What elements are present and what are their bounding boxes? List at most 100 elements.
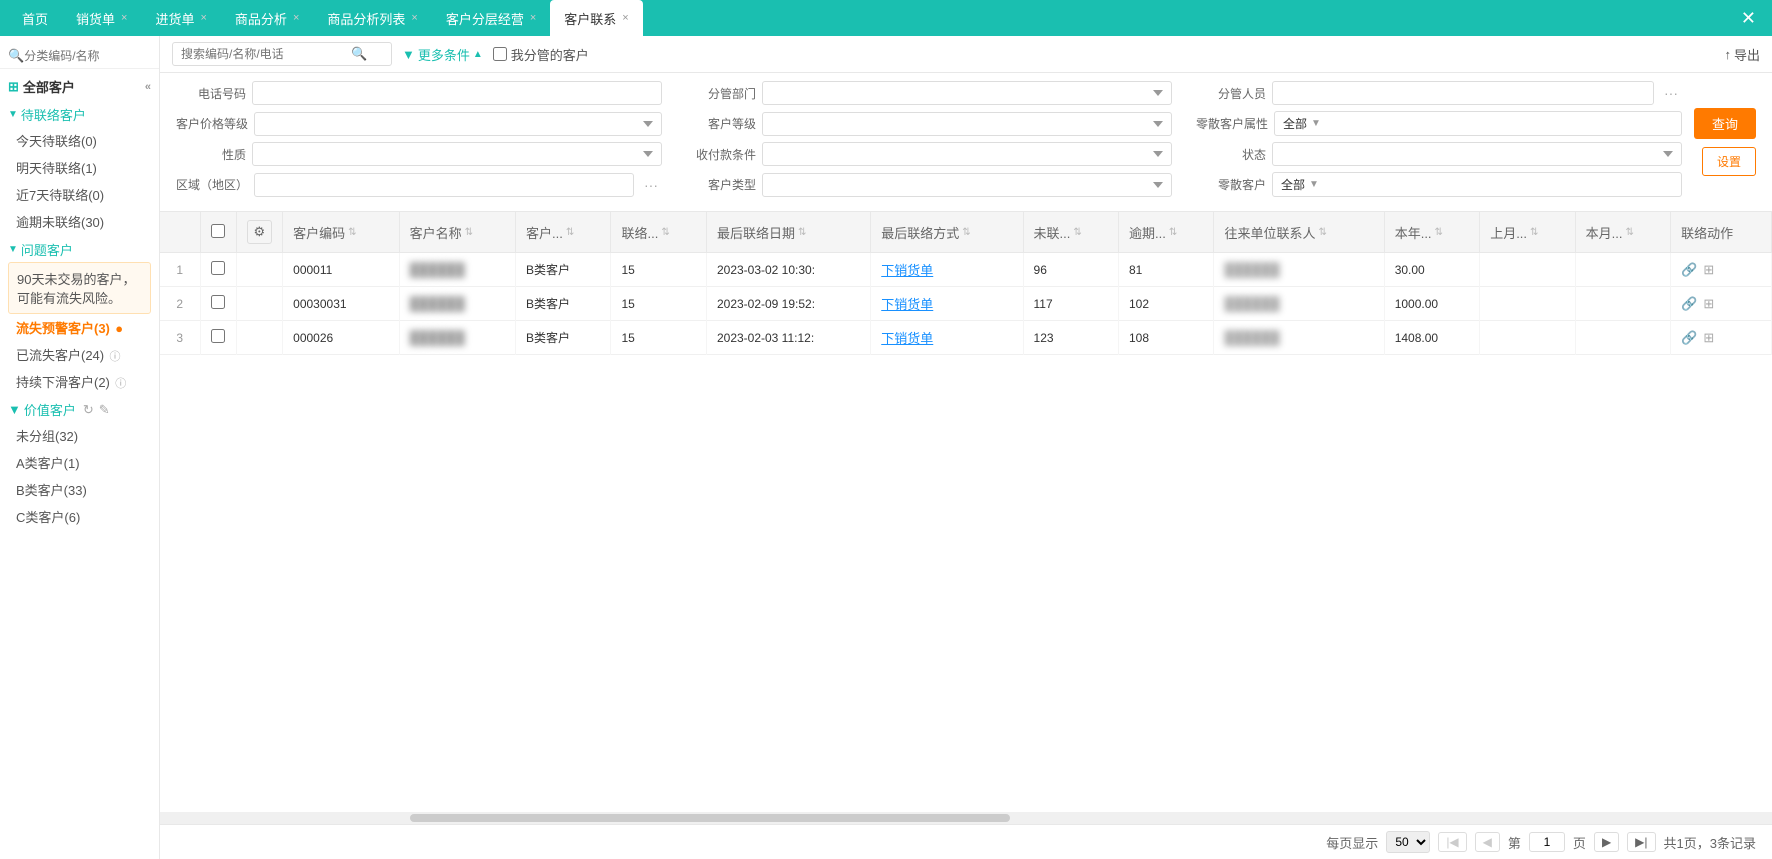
sidebar-item-today[interactable]: 今天待联络(0) [0, 127, 159, 154]
row-checkbox[interactable] [211, 261, 225, 275]
settings-button[interactable]: 设置 [1702, 147, 1756, 176]
tab-customer-tier[interactable]: 客户分层经营 × [432, 0, 550, 36]
page-number-input[interactable] [1529, 832, 1565, 852]
select-all-checkbox[interactable] [211, 224, 225, 238]
edit-icon[interactable]: ✎ [99, 402, 110, 418]
last-method-link[interactable]: 下销货单 [881, 331, 933, 346]
sidebar-item-declining[interactable]: 持续下滑客户(2) ⓘ [0, 368, 159, 395]
row-checkbox[interactable] [211, 295, 225, 309]
sidebar-item-class-b[interactable]: B类客户(33) [0, 476, 159, 503]
tab-purchase[interactable]: 进货单 × [141, 0, 220, 36]
adv-select-retail[interactable]: 全部 ▼ [1272, 172, 1682, 197]
tab-sales[interactable]: 销货单 × [62, 0, 141, 36]
th-this-year[interactable]: 本年...⇅ [1384, 212, 1479, 253]
sidebar-item-ungrouped[interactable]: 未分组(32) [0, 422, 159, 449]
th-this-month[interactable]: 本月...⇅ [1575, 212, 1670, 253]
sidebar-item-churn-warning[interactable]: 流失预警客户(3) ● [0, 314, 159, 341]
close-sales-tab[interactable]: × [121, 12, 127, 24]
cell-overdue: 81 [1119, 253, 1214, 287]
adv-cell-nature: 性质 [176, 142, 662, 166]
first-page-btn[interactable]: |◀ [1438, 832, 1466, 852]
adv-select-price-level[interactable] [254, 112, 662, 136]
adv-input-manager[interactable] [1272, 81, 1654, 105]
adv-cell-phone: 电话号码 [176, 81, 662, 105]
action-grid-icon[interactable]: ⊞ [1703, 262, 1714, 278]
th-contact[interactable]: 联络...⇅ [611, 212, 706, 253]
adv-cell-cust-type: 客户类型 [686, 173, 1172, 197]
column-settings-btn[interactable]: ⚙ [247, 220, 273, 244]
filter-search-input[interactable] [181, 47, 351, 61]
th-name[interactable]: 客户名称⇅ [399, 212, 515, 253]
refresh-icon[interactable]: ↻ [83, 402, 94, 418]
close-customer-tier-tab[interactable]: × [530, 12, 536, 24]
adv-select-payment[interactable] [762, 142, 1172, 166]
sidebar-group-pending[interactable]: ▼ 待联络客户 [0, 100, 159, 127]
th-overdue[interactable]: 逾期...⇅ [1119, 212, 1214, 253]
close-customer-contact-tab[interactable]: × [622, 12, 628, 24]
adv-label-cust-type: 客户类型 [686, 176, 756, 193]
tab-customer-contact[interactable]: 客户联系 × [550, 0, 642, 36]
th-last-date[interactable]: 最后联络日期⇅ [706, 212, 870, 253]
action-link-icon[interactable]: 🔗 [1681, 330, 1697, 346]
filter-search-btn[interactable]: 🔍 [351, 46, 367, 62]
collapse-sidebar-btn[interactable]: « [145, 81, 151, 93]
my-customers-checkbox[interactable]: 我分管的客户 [493, 45, 589, 64]
close-analysis-list-tab[interactable]: × [411, 12, 417, 24]
sidebar-item-class-a[interactable]: A类客户(1) [0, 449, 159, 476]
action-grid-icon[interactable]: ⊞ [1703, 330, 1714, 346]
close-purchase-tab[interactable]: × [200, 12, 206, 24]
th-no-contact[interactable]: 未联...⇅ [1023, 212, 1118, 253]
sidebar-item-overdue[interactable]: 逾期未联络(30) [0, 208, 159, 235]
row-checkbox[interactable] [211, 329, 225, 343]
adv-select-cust-type[interactable] [762, 173, 1172, 197]
last-method-link[interactable]: 下销货单 [881, 297, 933, 312]
th-last-method[interactable]: 最后联络方式⇅ [871, 212, 1023, 253]
adv-select-retail-attr[interactable]: 全部 ▼ [1274, 111, 1682, 136]
next-page-btn[interactable]: ▶ [1594, 832, 1619, 852]
sidebar-item-churned[interactable]: 已流失客户(24) ⓘ [0, 341, 159, 368]
th-checkbox [200, 212, 236, 253]
sidebar-group-value[interactable]: ▼ 价值客户 ↻ ✎ [0, 395, 159, 422]
tab-analysis-list[interactable]: 商品分析列表 × [313, 0, 431, 36]
adv-input-phone[interactable] [252, 81, 662, 105]
action-link-icon[interactable]: 🔗 [1681, 296, 1697, 312]
all-customers-header[interactable]: ⊞ 全部客户 « [0, 73, 159, 100]
adv-select-nature[interactable] [252, 142, 662, 166]
th-unit-contact[interactable]: 往来单位联系人⇅ [1214, 212, 1384, 253]
tab-analysis[interactable]: 商品分析 × [221, 0, 313, 36]
adv-dots-region[interactable]: ··· [640, 177, 662, 193]
export-btn[interactable]: ↑ 导出 [1724, 45, 1760, 64]
horizontal-scrollbar[interactable] [160, 812, 1772, 824]
sidebar-search-input[interactable] [24, 49, 160, 63]
adv-select-dept[interactable] [762, 81, 1172, 105]
adv-select-status[interactable] [1272, 142, 1682, 166]
per-page-select[interactable]: 50 [1386, 831, 1430, 853]
close-window-btn[interactable]: ✕ [1733, 8, 1764, 29]
prev-page-btn[interactable]: ◀ [1475, 832, 1500, 852]
my-customers-check[interactable] [493, 47, 507, 61]
last-method-link[interactable]: 下销货单 [881, 263, 933, 278]
last-page-btn[interactable]: ▶| [1627, 832, 1655, 852]
th-code[interactable]: 客户编码⇅ [283, 212, 399, 253]
sidebar-item-tomorrow[interactable]: 明天待联络(1) [0, 154, 159, 181]
scrollbar-thumb[interactable] [410, 814, 1010, 822]
action-link-icon[interactable]: 🔗 [1681, 262, 1697, 278]
close-analysis-tab[interactable]: × [293, 12, 299, 24]
more-conditions-btn[interactable]: ▼ 更多条件 ▲ [402, 45, 483, 64]
cell-this-month [1575, 253, 1670, 287]
th-type[interactable]: 客户...⇅ [516, 212, 611, 253]
tab-home[interactable]: 首页 [8, 0, 62, 36]
adv-select-cust-level[interactable] [762, 112, 1172, 136]
adv-dots-manager[interactable]: ··· [1660, 85, 1682, 101]
action-grid-icon[interactable]: ⊞ [1703, 296, 1714, 312]
adv-input-region[interactable] [254, 173, 634, 197]
sidebar-item-7days[interactable]: 近7天待联络(0) [0, 181, 159, 208]
cell-no-contact: 117 [1023, 287, 1118, 321]
sidebar-group-problem[interactable]: ▼ 问题客户 [0, 235, 159, 262]
th-last-month[interactable]: 上月...⇅ [1480, 212, 1575, 253]
cell-no: 2 [160, 287, 200, 321]
cell-settings [236, 287, 283, 321]
adv-label-payment: 收付款条件 [686, 146, 756, 163]
query-button[interactable]: 查询 [1694, 108, 1756, 139]
sidebar-item-class-c[interactable]: C类客户(6) [0, 503, 159, 530]
